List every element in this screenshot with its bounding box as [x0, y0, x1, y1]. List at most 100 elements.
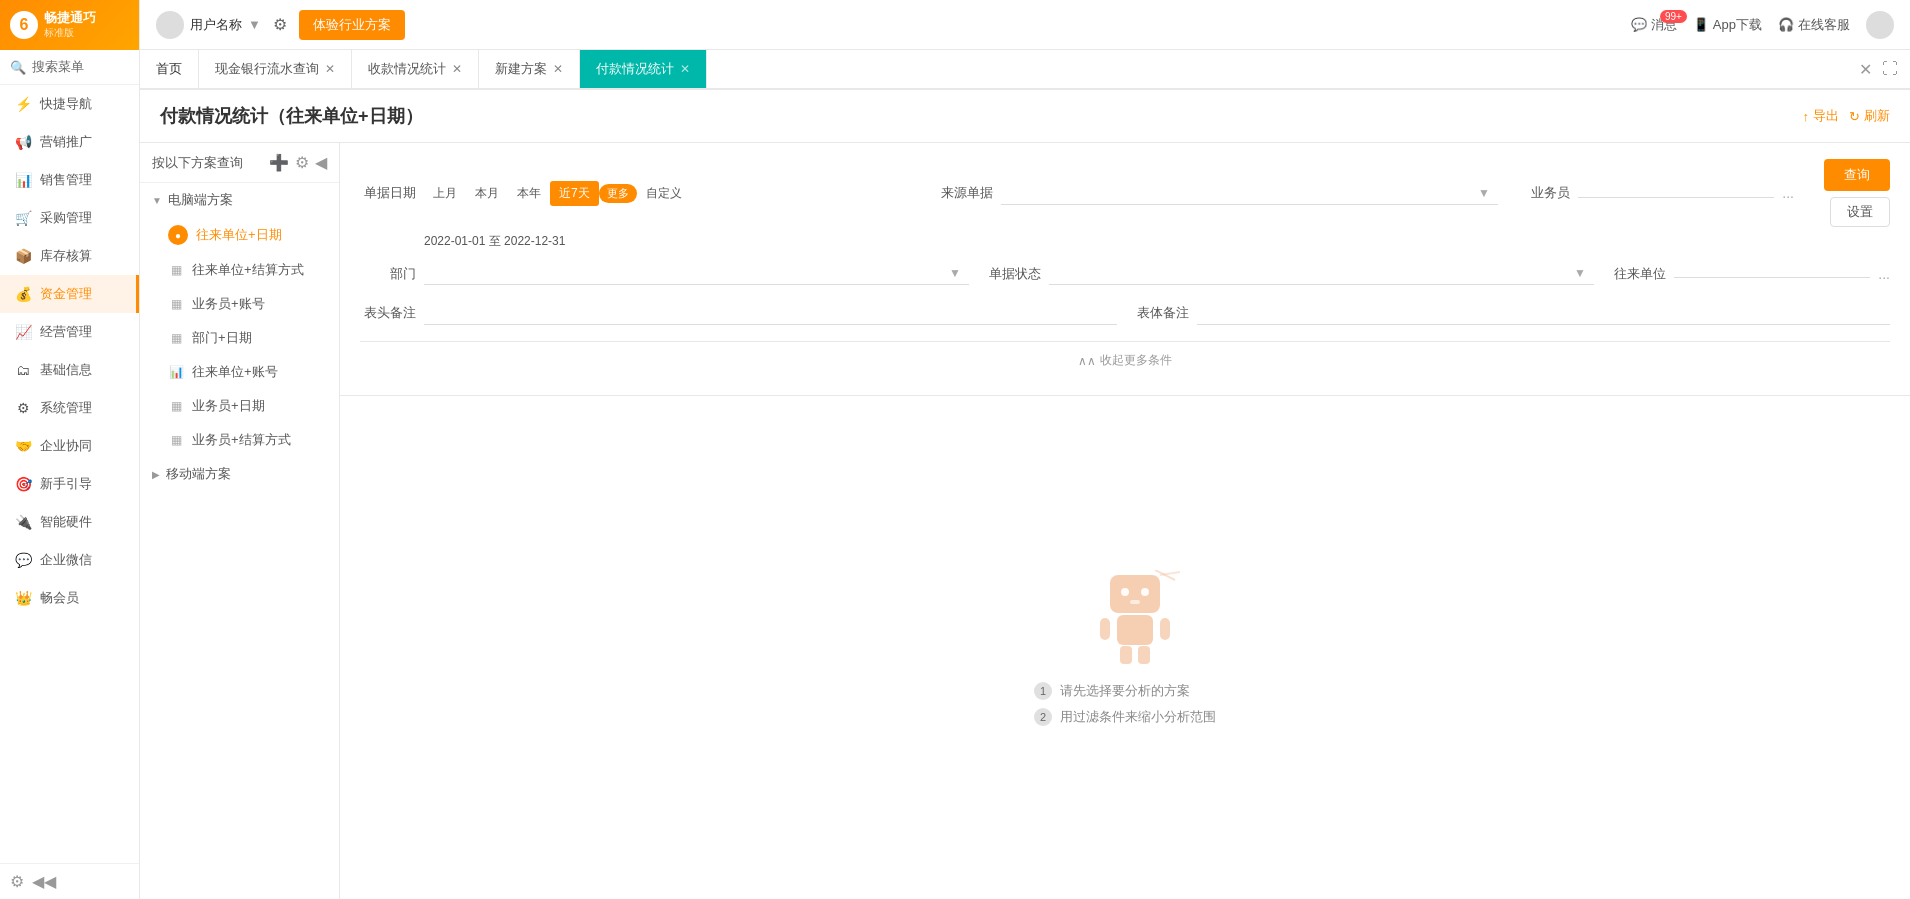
sidebar-item-label-member: 畅会员 — [40, 589, 79, 607]
settings-icon[interactable]: ⚙ — [273, 15, 287, 34]
footer-collapse-icon[interactable]: ◀◀ — [32, 872, 56, 891]
scheme-section-pc: ▼电脑端方案●往来单位+日期▦往来单位+结算方式▦业务员+账号▦部门+日期📊往来… — [140, 183, 339, 457]
sidebar-item-system[interactable]: ⚙系统管理 — [0, 389, 139, 427]
refresh-button[interactable]: ↻ 刷新 — [1849, 107, 1890, 125]
date-field: 单据日期 上月本月本年近7天更多自定义 — [360, 181, 921, 206]
download-icon: 📱 — [1693, 17, 1709, 32]
tip-1-text: 请先选择要分析的方案 — [1060, 682, 1190, 700]
scheme-panel-title: 按以下方案查询 — [152, 154, 243, 172]
scheme-item-unit-date[interactable]: ●往来单位+日期 — [140, 217, 339, 253]
export-button[interactable]: ↑ 导出 — [1803, 107, 1840, 125]
date-btn-近7天[interactable]: 近7天 — [550, 181, 599, 206]
sidebar-item-icon-basic: 🗂 — [14, 361, 32, 379]
search-menu[interactable]: 🔍 搜索菜单 — [0, 50, 139, 85]
scheme-item-dept-date[interactable]: ▦部门+日期 — [140, 321, 339, 355]
svg-point-3 — [1141, 588, 1149, 596]
unit-input[interactable] — [1674, 269, 1870, 278]
scheme-item-label-unit-settle: 往来单位+结算方式 — [192, 261, 304, 279]
staff-input[interactable] — [1578, 189, 1774, 198]
footer-settings-icon[interactable]: ⚙ — [10, 872, 24, 891]
sidebar-item-icon-purchase: 🛒 — [14, 209, 32, 227]
source-dropdown-icon: ▼ — [1478, 186, 1490, 200]
dept-select[interactable]: ▼ — [424, 262, 969, 285]
filter-form: 单据日期 上月本月本年近7天更多自定义 来源单据 ▼ — [340, 143, 1910, 395]
data-area: 单据日期 上月本月本年近7天更多自定义 来源单据 ▼ — [340, 143, 1910, 899]
scheme-item-unit-account[interactable]: 📊往来单位+账号 — [140, 355, 339, 389]
staff-dots[interactable]: ... — [1782, 185, 1794, 201]
sidebar-item-inventory[interactable]: 📦库存核算 — [0, 237, 139, 275]
collapse-conditions-button[interactable]: ∧∧ 收起更多条件 — [360, 341, 1890, 379]
sidebar-item-label-guide: 新手引导 — [40, 475, 92, 493]
scheme-item-staff-account[interactable]: ▦业务员+账号 — [140, 287, 339, 321]
date-more-button[interactable]: 更多 — [599, 184, 637, 203]
query-button[interactable]: 查询 — [1824, 159, 1890, 191]
date-btn-本月[interactable]: 本月 — [466, 181, 508, 206]
tab-close-receive-stat[interactable]: ✕ — [452, 62, 462, 76]
sidebar-item-enterprise[interactable]: 🤝企业协同 — [0, 427, 139, 465]
scheme-item-staff-settle[interactable]: ▦业务员+结算方式 — [140, 423, 339, 457]
messages-button[interactable]: 💬 消息 99+ — [1631, 16, 1677, 34]
source-field: 来源单据 ▼ — [937, 182, 1498, 205]
date-btn-本年[interactable]: 本年 — [508, 181, 550, 206]
scheme-item-staff-date[interactable]: ▦业务员+日期 — [140, 389, 339, 423]
scheme-collapse-icon[interactable]: ◀ — [315, 153, 327, 172]
user-avatar[interactable] — [1866, 11, 1894, 39]
source-select[interactable]: ▼ — [1001, 182, 1498, 205]
scheme-item-icon-staff-date: ▦ — [168, 398, 184, 414]
user-dropdown-icon[interactable]: ▼ — [248, 17, 261, 32]
sidebar-item-finance[interactable]: 💰资金管理 — [0, 275, 139, 313]
app-download-button[interactable]: 📱 App下载 — [1693, 16, 1762, 34]
scheme-item-label-staff-account: 业务员+账号 — [192, 295, 265, 313]
sidebar-item-purchase[interactable]: 🛒 采购管理 — [0, 199, 139, 237]
scheme-item-label-unit-date: 往来单位+日期 — [196, 226, 282, 244]
tab-pay-stat[interactable]: 付款情况统计✕ — [580, 50, 707, 88]
topbar-right: 💬 消息 99+ 📱 App下载 🎧 在线客服 — [1631, 11, 1894, 39]
tab-close-new-scheme[interactable]: ✕ — [553, 62, 563, 76]
svg-rect-8 — [1138, 646, 1150, 664]
scheme-add-icon[interactable]: ➕ — [269, 153, 289, 172]
tab-close-pay-stat[interactable]: ✕ — [680, 62, 690, 76]
scheme-settings-icon[interactable]: ⚙ — [295, 153, 309, 172]
tab-close-bank-flow[interactable]: ✕ — [325, 62, 335, 76]
sidebar-item-quick-nav[interactable]: ⚡快捷导航 — [0, 85, 139, 123]
date-btn-上月[interactable]: 上月 — [424, 181, 466, 206]
topbar-user[interactable]: 用户名称 ▼ — [156, 11, 261, 39]
close-all-icon[interactable]: ✕ — [1859, 60, 1872, 79]
scheme-section-title-mobile: 移动端方案 — [166, 465, 231, 483]
scheme-section-header-mobile[interactable]: ▶移动端方案 — [140, 457, 339, 491]
sidebar-item-label-purchase: 采购管理 — [40, 209, 92, 227]
doc-status-select[interactable]: ▼ — [1049, 262, 1594, 285]
sidebar-item-hardware[interactable]: 🔌智能硬件 — [0, 503, 139, 541]
settings-button[interactable]: 设置 — [1830, 197, 1890, 227]
table-head-note-input[interactable] — [424, 301, 1117, 325]
export-icon: ↑ — [1803, 109, 1810, 124]
page-header-actions: ↑ 导出 ↻ 刷新 — [1803, 107, 1891, 125]
sidebar-item-member[interactable]: 👑 畅会员 — [0, 579, 139, 617]
trial-button[interactable]: 体验行业方案 — [299, 10, 405, 40]
topbar: 用户名称 ▼ ⚙ 体验行业方案 💬 消息 99+ 📱 App下载 🎧 在线客服 — [140, 0, 1910, 50]
tab-receive-stat[interactable]: 收款情况统计✕ — [352, 50, 479, 88]
sidebar-item-icon-member: 👑 — [14, 589, 32, 607]
tab-bank-flow[interactable]: 现金银行流水查询✕ — [199, 50, 352, 88]
online-service-button[interactable]: 🎧 在线客服 — [1778, 16, 1850, 34]
date-btn-自定义[interactable]: 自定义 — [637, 181, 691, 206]
sidebar-item-marketing[interactable]: 📢营销推广 — [0, 123, 139, 161]
sidebar-item-icon-operations: 📈 — [14, 323, 32, 341]
tab-label-home: 首页 — [156, 60, 182, 78]
scheme-item-icon-unit-account: 📊 — [168, 364, 184, 380]
sidebar-item-sales[interactable]: 📊销售管理 — [0, 161, 139, 199]
scheme-item-unit-settle[interactable]: ▦往来单位+结算方式 — [140, 253, 339, 287]
expand-icon[interactable]: ⛶ — [1882, 60, 1898, 78]
sidebar-item-basic[interactable]: 🗂基础信息 — [0, 351, 139, 389]
table-body-note-input[interactable] — [1197, 301, 1890, 325]
tab-home[interactable]: 首页 — [140, 50, 199, 88]
sidebar-item-icon-system: ⚙ — [14, 399, 32, 417]
sidebar-item-operations[interactable]: 📈经营管理 — [0, 313, 139, 351]
scheme-section-header-pc[interactable]: ▼电脑端方案 — [140, 183, 339, 217]
sidebar-item-guide[interactable]: 🎯新手引导 — [0, 465, 139, 503]
unit-dots[interactable]: ... — [1878, 266, 1890, 282]
sidebar-item-wechat[interactable]: 💬企业微信 — [0, 541, 139, 579]
scheme-item-label-dept-date: 部门+日期 — [192, 329, 252, 347]
svg-rect-0 — [1110, 575, 1160, 613]
tab-new-scheme[interactable]: 新建方案✕ — [479, 50, 580, 88]
